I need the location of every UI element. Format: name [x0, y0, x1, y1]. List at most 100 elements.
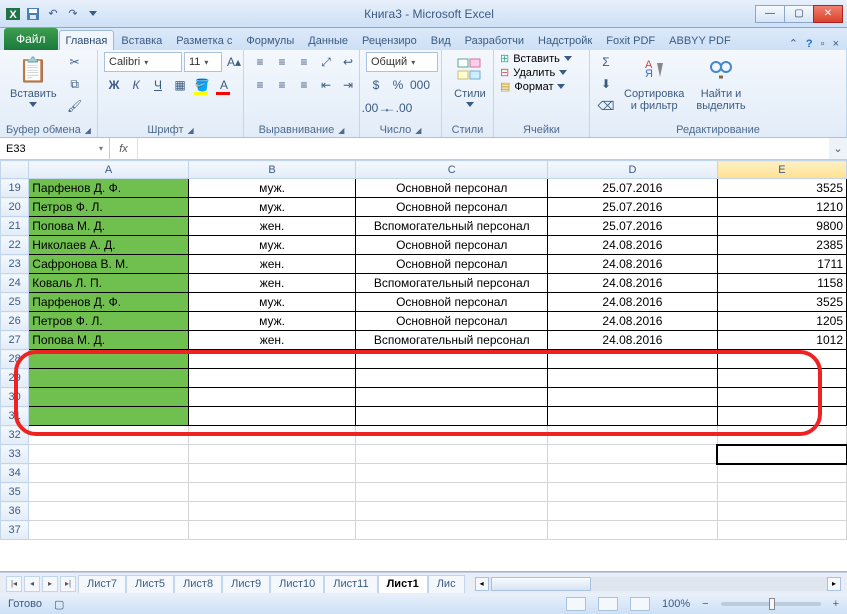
row-header-35[interactable]: 35 — [1, 483, 29, 502]
col-header-A[interactable]: A — [29, 161, 189, 179]
italic-icon[interactable]: К — [126, 75, 146, 95]
page-layout-view-icon[interactable] — [598, 597, 618, 611]
cell-D32[interactable] — [548, 426, 718, 445]
row-header-22[interactable]: 22 — [1, 236, 29, 255]
cell-A29[interactable] — [29, 369, 189, 388]
cell-C35[interactable] — [356, 483, 548, 502]
page-break-view-icon[interactable] — [630, 597, 650, 611]
row-header-30[interactable]: 30 — [1, 388, 29, 407]
font-color-icon[interactable]: A — [214, 75, 234, 95]
row-header-19[interactable]: 19 — [1, 179, 29, 198]
cell-A28[interactable] — [29, 350, 189, 369]
col-header-E[interactable]: E — [717, 161, 846, 179]
cell-C19[interactable]: Основной персонал — [356, 179, 548, 198]
cell-E23[interactable]: 1711 — [717, 255, 846, 274]
format-cells-label[interactable]: Формат — [512, 81, 555, 93]
cell-C21[interactable]: Вспомогательный персонал — [356, 217, 548, 236]
insert-cells-label[interactable]: Вставить — [511, 53, 562, 65]
row-header-36[interactable]: 36 — [1, 502, 29, 521]
cell-C36[interactable] — [356, 502, 548, 521]
cell-B30[interactable] — [188, 388, 356, 407]
copy-icon[interactable]: ⧉ — [65, 74, 85, 94]
align-bottom-icon[interactable]: ≡ — [294, 52, 314, 72]
font-size-combo[interactable]: 11▾ — [184, 52, 222, 72]
cell-A22[interactable]: Николаев А. Д. — [29, 236, 189, 255]
cell-E35[interactable] — [717, 483, 846, 502]
percent-icon[interactable]: % — [388, 75, 408, 95]
cell-D28[interactable] — [548, 350, 718, 369]
cell-E30[interactable] — [717, 388, 846, 407]
cell-E25[interactable]: 3525 — [717, 293, 846, 312]
cell-D31[interactable] — [548, 407, 718, 426]
font-name-combo[interactable]: Calibri▾ — [104, 52, 182, 72]
cell-C27[interactable]: Вспомогательный персонал — [356, 331, 548, 350]
ribbon-tab-надстройк[interactable]: Надстройк — [531, 30, 599, 50]
cell-B36[interactable] — [188, 502, 356, 521]
ribbon-tab-abbyy pdf[interactable]: ABBYY PDF — [662, 30, 738, 50]
cell-C22[interactable]: Основной персонал — [356, 236, 548, 255]
cell-A20[interactable]: Петров Ф. Л. — [29, 198, 189, 217]
align-middle-icon[interactable]: ≡ — [272, 52, 292, 72]
cell-A30[interactable] — [29, 388, 189, 407]
paste-button[interactable]: 📋 Вставить — [6, 52, 61, 109]
ribbon-tab-формулы[interactable]: Формулы — [239, 30, 301, 50]
row-header-29[interactable]: 29 — [1, 369, 29, 388]
fill-color-icon[interactable]: 🪣 — [192, 75, 212, 95]
autosum-icon[interactable]: Σ — [596, 52, 616, 72]
cell-A34[interactable] — [29, 464, 189, 483]
dialog-launcher-icon[interactable]: ◢ — [188, 126, 194, 135]
qat-customize-icon[interactable] — [84, 5, 102, 23]
comma-icon[interactable]: 000 — [410, 75, 430, 95]
cell-B32[interactable] — [188, 426, 356, 445]
number-format-combo[interactable]: Общий▾ — [366, 52, 438, 72]
align-left-icon[interactable]: ≡ — [250, 75, 270, 95]
increase-indent-icon[interactable]: ⇥ — [338, 75, 358, 95]
cell-E37[interactable] — [717, 521, 846, 540]
cell-B20[interactable]: муж. — [188, 198, 356, 217]
cell-C32[interactable] — [356, 426, 548, 445]
cell-E22[interactable]: 2385 — [717, 236, 846, 255]
cell-C37[interactable] — [356, 521, 548, 540]
cell-D34[interactable] — [548, 464, 718, 483]
fill-icon[interactable]: ⬇ — [596, 74, 616, 94]
cell-E32[interactable] — [717, 426, 846, 445]
align-right-icon[interactable]: ≡ — [294, 75, 314, 95]
cell-B27[interactable]: жен. — [188, 331, 356, 350]
clear-icon[interactable]: ⌫ — [596, 96, 616, 116]
cell-B31[interactable] — [188, 407, 356, 426]
cell-C23[interactable]: Основной персонал — [356, 255, 548, 274]
fx-icon[interactable]: fx — [110, 138, 138, 159]
cell-D26[interactable]: 24.08.2016 — [548, 312, 718, 331]
col-header-B[interactable]: B — [188, 161, 356, 179]
cell-E34[interactable] — [717, 464, 846, 483]
undo-icon[interactable]: ↶ — [44, 5, 62, 23]
row-header-37[interactable]: 37 — [1, 521, 29, 540]
select-all-cell[interactable] — [1, 161, 29, 179]
row-header-23[interactable]: 23 — [1, 255, 29, 274]
ribbon-tab-вставка[interactable]: Вставка — [114, 30, 169, 50]
cell-E29[interactable] — [717, 369, 846, 388]
delete-cells-label[interactable]: Удалить — [511, 67, 557, 79]
cell-A25[interactable]: Парфенов Д. Ф. — [29, 293, 189, 312]
sheet-tab-Лист11[interactable]: Лист11 — [324, 575, 377, 593]
cell-D24[interactable]: 24.08.2016 — [548, 274, 718, 293]
cell-B23[interactable]: жен. — [188, 255, 356, 274]
cell-D25[interactable]: 24.08.2016 — [548, 293, 718, 312]
cell-D35[interactable] — [548, 483, 718, 502]
underline-icon[interactable]: Ч — [148, 75, 168, 95]
decrease-decimal-icon[interactable]: ←.00 — [388, 98, 408, 118]
cell-B33[interactable] — [188, 445, 356, 464]
cut-icon[interactable]: ✂ — [65, 52, 85, 72]
bold-icon[interactable]: Ж — [104, 75, 124, 95]
cell-B22[interactable]: муж. — [188, 236, 356, 255]
cell-B24[interactable]: жен. — [188, 274, 356, 293]
row-header-24[interactable]: 24 — [1, 274, 29, 293]
scroll-left-icon[interactable]: ◂ — [475, 577, 489, 591]
sheet-nav-next-icon[interactable]: ▸ — [42, 576, 58, 592]
cell-D19[interactable]: 25.07.2016 — [548, 179, 718, 198]
ribbon-tab-рецензиро[interactable]: Рецензиро — [355, 30, 424, 50]
close-button[interactable]: ✕ — [813, 5, 843, 23]
cell-E19[interactable]: 3525 — [717, 179, 846, 198]
row-header-20[interactable]: 20 — [1, 198, 29, 217]
save-icon[interactable] — [24, 5, 42, 23]
